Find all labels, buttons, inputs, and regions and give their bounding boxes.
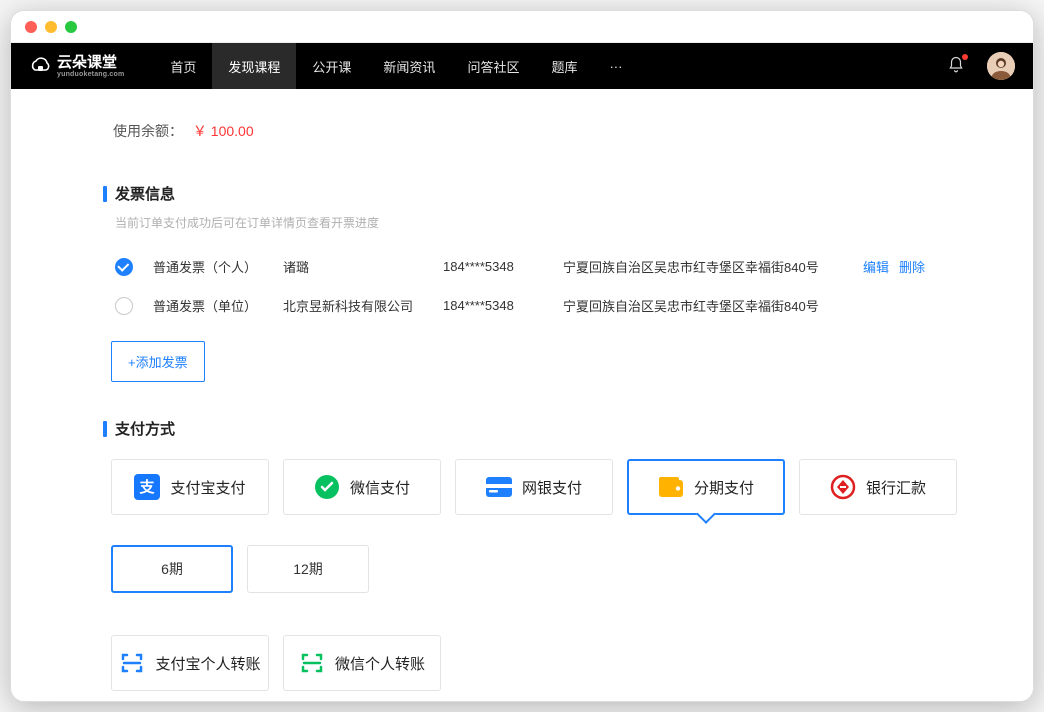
invoice-title: 发票信息 [115,183,175,204]
transfer-label: 微信个人转账 [335,653,425,674]
pay-method-label: 微信支付 [350,477,410,498]
minimize-icon[interactable] [45,21,57,33]
balance-amount: ￥ 100.00 [193,123,254,139]
cloud-icon [29,57,51,75]
titlebar [11,11,1033,43]
maximize-icon[interactable] [65,21,77,33]
scan-alipay-icon [119,650,145,676]
nav-open-class[interactable]: 公开课 [296,43,367,89]
invoice-radio[interactable] [115,258,133,276]
nav-more-icon[interactable]: ··· [593,43,638,89]
svg-text:支: 支 [139,478,156,496]
brand-sub: yunduoketang.com [57,71,124,78]
nav-home[interactable]: 首页 [154,43,212,89]
section-bar-icon [103,186,107,202]
term-option-6[interactable]: 6期 [111,545,233,593]
pay-method-unionpay[interactable]: 网银支付 [455,459,613,515]
page-content: 使用余额： ￥ 100.00 发票信息 当前订单支付成功后可在订单详情页查看开票… [11,89,1033,701]
payment-title: 支付方式 [115,418,175,439]
term-option-12[interactable]: 12期 [247,545,369,593]
invoice-subtitle: 当前订单支付成功后可在订单详情页查看开票进度 [115,214,983,231]
pay-method-label: 分期支付 [694,477,754,498]
invoice-radio[interactable] [115,297,133,315]
bank-icon [830,474,856,500]
card-icon [486,474,512,500]
avatar[interactable] [987,52,1015,80]
invoice-phone: 184****5348 [443,259,543,274]
invoice-list: 普通发票（个人） 诸璐 184****5348 宁夏回族自治区吴忠市红寺堡区幸福… [111,247,983,325]
add-invoice-button[interactable]: +添加发票 [111,341,205,382]
invoice-actions: 编辑 删除 [863,257,925,276]
payment-section-header: 支付方式 [103,418,983,439]
nav-qa[interactable]: 问答社区 [451,43,535,89]
notification-bell-icon[interactable] [947,56,965,77]
installment-terms: 6期 12期 [111,545,983,593]
pay-method-installment[interactable]: 分期支付 [627,459,785,515]
invoice-phone: 184****5348 [443,298,543,313]
wallet-icon [658,474,684,500]
invoice-address: 宁夏回族自治区吴忠市红寺堡区幸福街840号 [563,257,843,276]
section-bar-icon [103,421,107,437]
app-window: 云朵课堂 yunduoketang.com 首页 发现课程 公开课 新闻资讯 问… [10,10,1034,702]
pay-method-wechat[interactable]: 微信支付 [283,459,441,515]
balance-label: 使用余额： [113,123,183,139]
invoice-address: 宁夏回族自治区吴忠市红寺堡区幸福街840号 [563,296,843,315]
brand-logo[interactable]: 云朵课堂 yunduoketang.com [29,55,124,78]
nav-news[interactable]: 新闻资讯 [367,43,451,89]
pay-method-label: 支付宝支付 [170,477,245,498]
invoice-name: 北京昱新科技有限公司 [283,296,423,315]
notification-dot-icon [962,54,968,60]
balance-row: 使用余额： ￥ 100.00 [103,109,983,165]
brand-name: 云朵课堂 [57,55,124,70]
top-nav: 云朵课堂 yunduoketang.com 首页 发现课程 公开课 新闻资讯 问… [11,43,1033,89]
nav-items: 首页 发现课程 公开课 新闻资讯 问答社区 题库 ··· [154,43,638,89]
pay-method-label: 网银支付 [522,477,582,498]
invoice-delete-link[interactable]: 删除 [899,257,925,276]
alipay-icon: 支 [134,474,160,500]
invoice-type: 普通发票（单位） [153,296,263,315]
transfer-label: 支付宝个人转账 [155,653,260,674]
transfer-wechat[interactable]: 微信个人转账 [283,635,441,691]
invoice-row: 普通发票（个人） 诸璐 184****5348 宁夏回族自治区吴忠市红寺堡区幸福… [111,247,983,286]
wechat-icon [314,474,340,500]
nav-discover[interactable]: 发现课程 [212,43,296,89]
pay-method-label: 银行汇款 [866,477,926,498]
payment-methods: 支 支付宝支付 微信支付 网银支付 [111,459,983,515]
invoice-section-header: 发票信息 [103,183,983,204]
nav-question-bank[interactable]: 题库 [535,43,593,89]
close-icon[interactable] [25,21,37,33]
personal-transfers: 支付宝个人转账 微信个人转账 [111,635,983,691]
pay-method-alipay[interactable]: 支 支付宝支付 [111,459,269,515]
invoice-type: 普通发票（个人） [153,257,263,276]
transfer-alipay[interactable]: 支付宝个人转账 [111,635,269,691]
invoice-name: 诸璐 [283,257,423,276]
invoice-edit-link[interactable]: 编辑 [863,257,889,276]
scan-wechat-icon [299,650,325,676]
invoice-row: 普通发票（单位） 北京昱新科技有限公司 184****5348 宁夏回族自治区吴… [111,286,983,325]
pay-method-bank[interactable]: 银行汇款 [799,459,957,515]
